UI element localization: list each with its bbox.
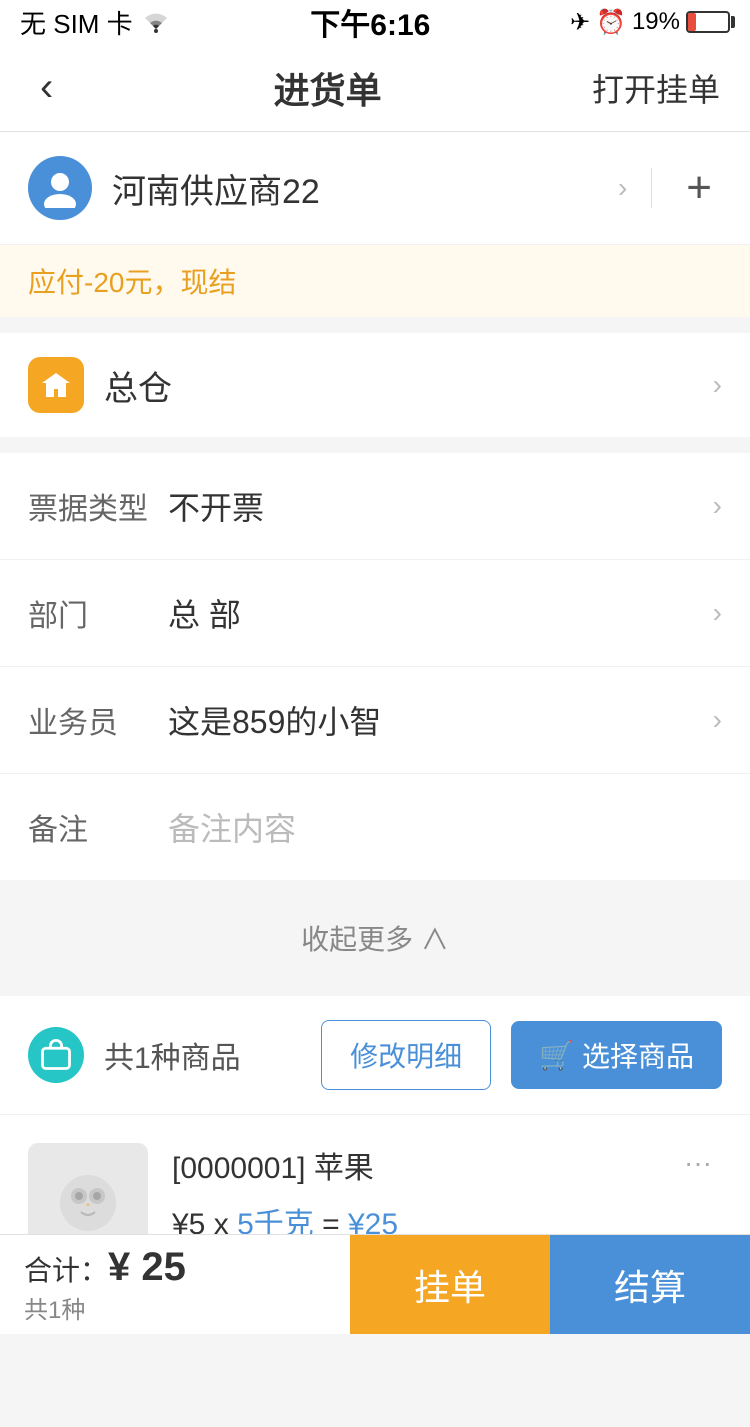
warehouse-name: 总仓 — [104, 361, 713, 410]
status-time: 下午6:16 — [310, 0, 430, 44]
chevron-right-icon: › — [618, 172, 627, 204]
invoice-label: 票据类型 — [28, 484, 168, 528]
chevron-right-icon: › — [713, 597, 722, 629]
collapse-label: 收起更多 ∧ — [301, 918, 449, 958]
supplier-avatar — [28, 156, 92, 220]
back-button[interactable]: ‹ — [30, 55, 63, 120]
total-count: 共1种 — [24, 1290, 326, 1325]
pend-button[interactable]: 挂单 — [350, 1235, 550, 1334]
status-bar: 无 SIM 卡 下午6:16 ✈ ⏰ 19% — [0, 0, 750, 44]
notice-text: 应付-20元，现结 — [28, 267, 236, 298]
invoice-row[interactable]: 票据类型 不开票 › — [0, 453, 750, 559]
warehouse-section: 总仓 › — [0, 333, 750, 437]
home-icon — [40, 369, 72, 401]
location-icon: ✈ — [570, 8, 590, 37]
sales-label: 业务员 — [28, 698, 168, 742]
product-icon — [28, 1027, 84, 1083]
warehouse-icon — [28, 357, 84, 413]
product-info: [0000001] 苹果 ¥5 x 5千克 = ¥25 — [172, 1143, 650, 1243]
chevron-right-icon: › — [713, 490, 722, 522]
nav-bar: ‹ 进货单 打开挂单 — [0, 44, 750, 132]
invoice-value: 不开票 — [168, 483, 713, 529]
form-section: 票据类型 不开票 › 部门 总 部 › 业务员 这是859的小智 › 备注 备注… — [0, 453, 750, 880]
product-name: [0000001] 苹果 — [172, 1143, 650, 1187]
warehouse-row[interactable]: 总仓 › — [0, 333, 750, 437]
more-options-button[interactable]: ··· — [674, 1143, 722, 1183]
vertical-divider — [651, 168, 652, 208]
sales-row[interactable]: 业务员 这是859的小智 › — [0, 666, 750, 773]
main-content: 河南供应商22 › + 应付-20元，现结 总仓 › 票据类型 不开票 › — [0, 132, 750, 1427]
dept-label: 部门 — [28, 591, 168, 635]
product-count: 共1种商品 — [104, 1033, 301, 1077]
edit-details-button[interactable]: 修改明细 — [321, 1020, 491, 1090]
owl-logo-icon — [53, 1168, 123, 1238]
remark-input[interactable]: 备注内容 — [168, 804, 722, 850]
status-right: ✈ ⏰ 19% — [570, 8, 730, 37]
total-label: 合计： — [24, 1249, 108, 1289]
remark-row[interactable]: 备注 备注内容 — [0, 773, 750, 880]
product-code: [0000001] — [172, 1152, 305, 1185]
product-header: 共1种商品 修改明细 🛒 选择商品 — [0, 996, 750, 1114]
collapse-bar[interactable]: 收起更多 ∧ — [0, 896, 750, 980]
sales-value: 这是859的小智 — [168, 697, 713, 743]
settle-button[interactable]: 结算 — [550, 1235, 750, 1334]
person-icon — [40, 168, 80, 208]
battery-percent: 19% — [632, 8, 680, 36]
supplier-row[interactable]: 河南供应商22 › + — [0, 132, 750, 245]
notice-bar: 应付-20元，现结 — [0, 245, 750, 317]
supplier-name: 河南供应商22 — [112, 164, 618, 213]
carrier-text: 无 SIM 卡 — [20, 4, 133, 41]
chevron-right-icon: › — [713, 369, 722, 401]
battery-icon — [686, 11, 730, 33]
page-title: 进货单 — [274, 62, 382, 114]
select-product-button[interactable]: 🛒 选择商品 — [511, 1021, 722, 1089]
status-left: 无 SIM 卡 — [20, 4, 171, 41]
alarm-icon: ⏰ — [596, 8, 626, 37]
add-button[interactable]: + — [676, 163, 722, 213]
chevron-right-icon: › — [713, 704, 722, 736]
open-pending-button[interactable]: 打开挂单 — [592, 65, 720, 111]
bottom-bar: 合计： ¥ 25 共1种 挂单 结算 — [0, 1234, 750, 1334]
dept-row[interactable]: 部门 总 部 › — [0, 559, 750, 666]
cart-icon: 🛒 — [539, 1039, 574, 1072]
dept-value: 总 部 — [168, 590, 713, 636]
supplier-section: 河南供应商22 › + 应付-20元，现结 — [0, 132, 750, 317]
shopping-bag-icon — [38, 1037, 74, 1073]
total-amount: ¥ 25 — [108, 1245, 186, 1290]
remark-label: 备注 — [28, 805, 168, 849]
wifi-icon — [141, 11, 171, 33]
product-title: 苹果 — [314, 1152, 374, 1185]
total-section: 合计： ¥ 25 共1种 — [0, 1235, 350, 1334]
